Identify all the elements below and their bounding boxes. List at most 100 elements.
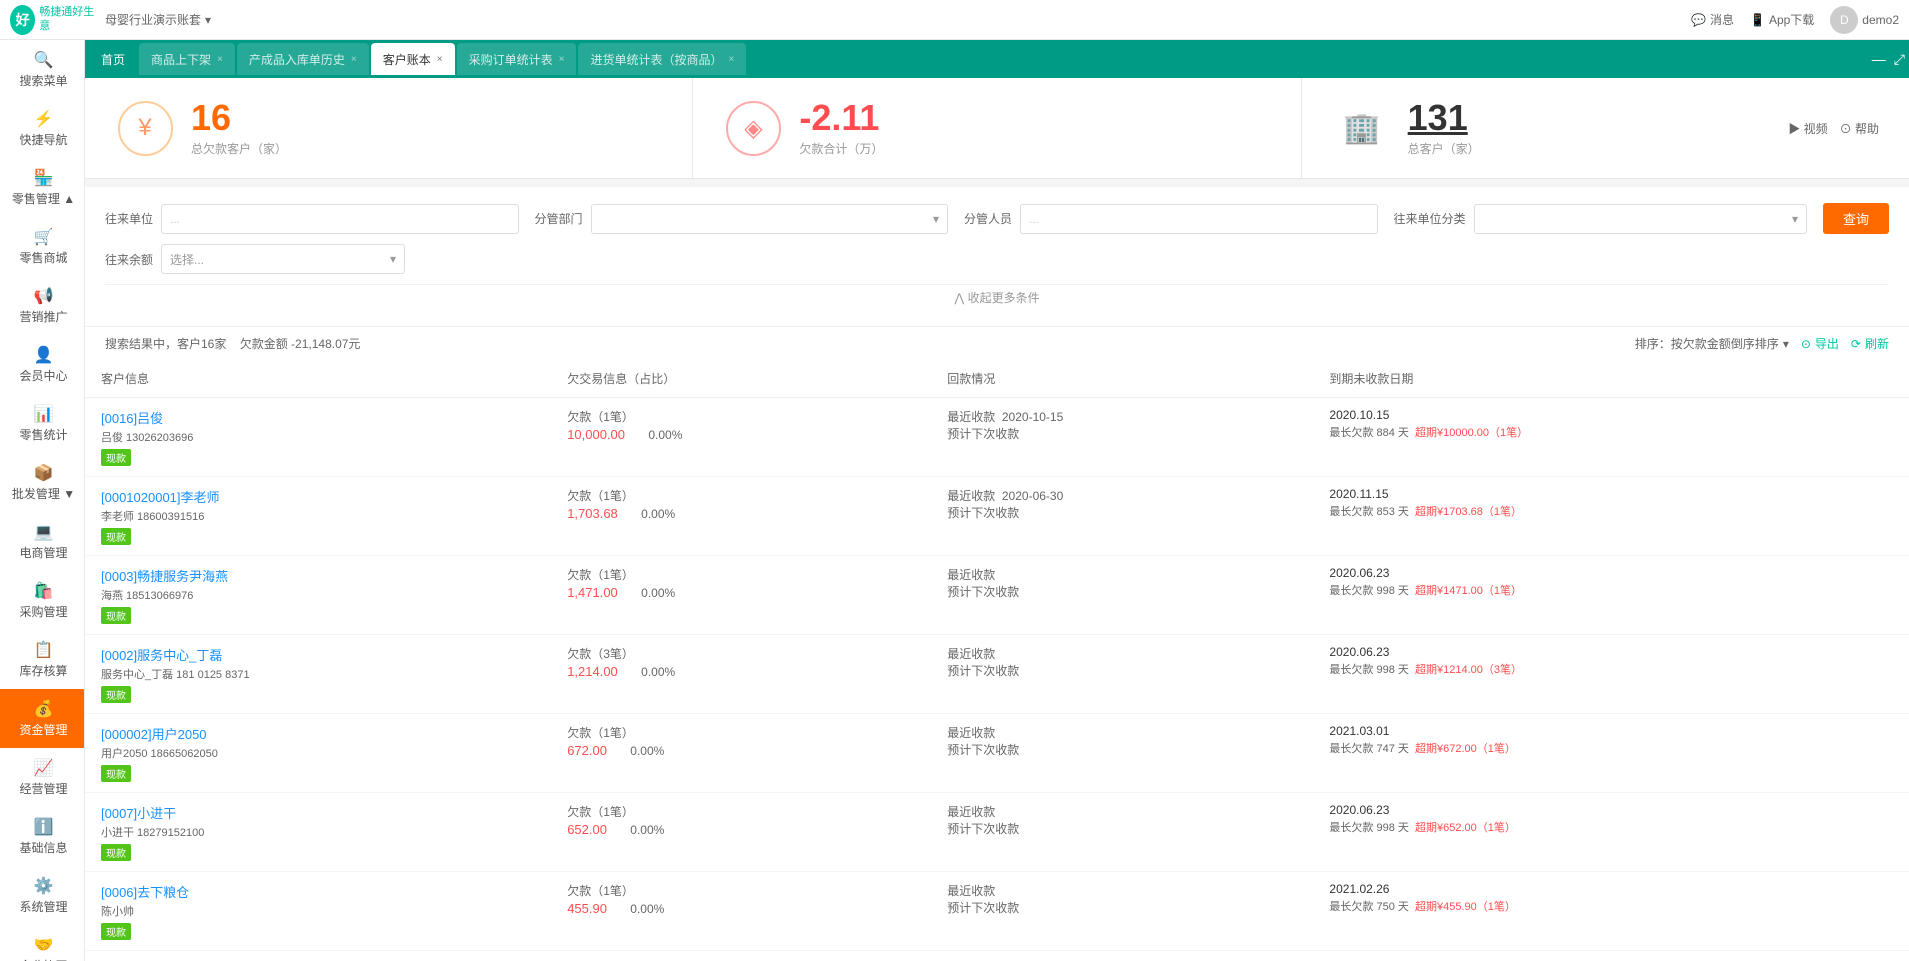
balance-label: 往来余额 [105,251,153,268]
maximize-icon[interactable]: ⤢ [1894,51,1905,68]
customer-name-link[interactable]: [000002]用户2050 [101,724,535,743]
customer-phone: 海燕 18513066976 [101,587,535,603]
system-icon: ⚙️ [3,876,84,896]
customer-info-cell: [000002]用户2050 用户2050 18665062050 现款 [85,714,551,793]
minimize-icon[interactable]: — [1872,51,1886,67]
customer-phone: 吕俊 13026203696 [101,429,535,445]
mall-icon: 🛒 [3,227,84,247]
table-row: [0003]畅捷服务尹海燕 海燕 18513066976 现款 欠款（1笔） 1… [85,556,1909,635]
debt-amount: 672.00 [567,743,607,758]
customer-name-link[interactable]: [0001020001]李老师 [101,487,535,506]
customer-name-link[interactable]: [0006]去下粮仓 [101,882,535,901]
customer-name-link[interactable]: [0002]服务中心_丁磊 [101,645,535,664]
sidebar-item-member[interactable]: 👤 会员中心 [0,335,84,394]
tab-home[interactable]: 首页 [89,43,137,75]
help-link[interactable]: ⊙ 帮助 [1840,120,1879,137]
table-row: [000001]黄思源 黄思源 13552700226 现款 欠款（1笔） 42… [85,951,1909,961]
overdue-link[interactable]: 超期¥1214.00（3笔） [1415,664,1522,676]
collection-cell: 最近收款 预计下次收款 [931,714,1313,793]
collapse-button[interactable]: ⋀ 收起更多条件 [105,284,1889,310]
sidebar-item-quick-nav[interactable]: ⚡ 快捷导航 [0,99,84,158]
tab-product-history[interactable]: 产成品入库单历史 × [237,43,369,75]
customer-name-link[interactable]: [0007]小进干 [101,803,535,822]
overdue-link[interactable]: 超期¥652.00（1笔） [1415,822,1516,834]
search-button[interactable]: 查询 [1823,203,1889,234]
debt-info-cell: 欠款（1笔） 652.00 0.00% [551,793,931,872]
collapse-icon: ⋀ [954,291,964,305]
export-button[interactable]: ⊙ 导出 [1801,335,1839,352]
payment-tag: 现款 [101,686,131,703]
stat-icon: 📊 [3,404,84,424]
col-header-debt: 欠交易信息（占比） [551,360,931,398]
tab-bar-actions: — ⤢ [1872,51,1905,68]
user-menu[interactable]: D demo2 [1830,6,1899,34]
sidebar-item-purchase[interactable]: 🛍️ 采购管理 [0,571,84,630]
sidebar-item-ecommerce[interactable]: 💻 电商管理 [0,512,84,571]
tab-label: 客户账本 [383,51,431,68]
result-bar-right: 排序：按欠款金额倒序排序 ▾ ⊙ 导出 ⟳ 刷新 [1635,335,1889,352]
logo-text: 畅捷通好生意 [39,6,95,32]
table-row: [0006]去下粮仓 陈小帅 现款 欠款（1笔） 455.90 0.00% 最近… [85,872,1909,951]
sidebar-item-finance[interactable]: 💰 资金管理 [0,689,84,748]
sidebar-item-retail-mgmt[interactable]: 🏪 零售管理 ▲ [0,158,84,217]
help-icon: ⊙ [1840,122,1852,136]
sidebar-item-label: 采购管理 [19,605,67,619]
customer-name-link[interactable]: [0016]吕俊 [101,408,535,427]
overdue-link[interactable]: 超期¥1703.68（1笔） [1415,506,1522,518]
stat-label-owed-amount: 欠款合计（万） [799,140,883,157]
sidebar-item-label: 资金管理 [19,723,67,737]
debt-ratio: 0.00% [630,902,664,916]
sidebar-item-base-info[interactable]: ℹ️ 基础信息 [0,807,84,866]
sidebar-item-operation[interactable]: 📈 经营管理 [0,748,84,807]
person-input[interactable]: ... [1020,204,1377,234]
stat-owed-amount: ◈ -2.11 欠款合计（万） [693,78,1301,178]
sidebar-item-system[interactable]: ⚙️ 系统管理 [0,866,84,925]
source-unit-placeholder: ... [170,212,509,226]
sidebar-item-search[interactable]: 🔍 搜索菜单 [0,40,84,99]
tab-customer-account[interactable]: 客户账本 × [371,43,455,75]
overdue-link[interactable]: 超期¥455.90（1笔） [1415,901,1516,913]
close-icon[interactable]: × [728,54,734,65]
dept-input[interactable]: ▾ [591,204,948,234]
filter-row-1: 往来单位 ... 分管部门 ▾ [105,203,1889,234]
overdue-link[interactable]: 超期¥672.00（1笔） [1415,743,1516,755]
stat-value-owed-amount: -2.11 [799,100,883,136]
tab-purchase-order[interactable]: 采购订单统计表 × [457,43,577,75]
app-download-button[interactable]: 📱 App下载 [1750,11,1814,28]
sidebar-item-marketing[interactable]: 📢 营销推广 [0,276,84,335]
source-unit-input[interactable]: ... [161,204,518,234]
sidebar-item-retail-mall[interactable]: 🛒 零售商城 [0,217,84,276]
close-icon[interactable]: × [351,54,357,65]
sort-selector[interactable]: 排序：按欠款金额倒序排序 ▾ [1635,335,1789,352]
sidebar-item-retail-stat[interactable]: 📊 零售统计 [0,394,84,453]
sidebar-item-label: 基础信息 [19,841,67,855]
main-layout: 🔍 搜索菜单 ⚡ 快捷导航 🏪 零售管理 ▲ 🛒 零售商城 📢 营销推广 👤 [0,40,1909,961]
sidebar-item-batch-mgmt[interactable]: 📦 批发管理 ▼ [0,453,84,512]
overdue-link[interactable]: 超期¥10000.00（1笔） [1415,427,1528,439]
sidebar-item-inventory[interactable]: 📋 库存核算 [0,630,84,689]
video-link[interactable]: ▶ 视频 [1788,120,1827,137]
close-icon[interactable]: × [437,54,443,65]
customer-name-link[interactable]: [0003]畅捷服务尹海燕 [101,566,535,585]
max-debt-days: 最长欠款 998 天 超期¥1214.00（3笔） [1329,661,1893,677]
unit-class-input[interactable]: ▾ [1474,204,1807,234]
message-button[interactable]: 💬 消息 [1691,11,1734,28]
debt-ratio: 0.00% [641,586,675,600]
sort-label: 排序：按欠款金额倒序排序 [1635,335,1779,352]
chevron-down-icon: ▾ [205,13,211,27]
sidebar-item-corp-collab[interactable]: 🤝 企业协同 [0,925,84,961]
close-icon[interactable]: × [559,54,565,65]
retail-icon: 🏪 [34,168,54,188]
sidebar-item-label: 零售统计 [19,428,67,442]
tab-product-off[interactable]: 商品上下架 × [139,43,235,75]
store-selector[interactable]: 母婴行业演示账套 ▾ [105,11,215,28]
max-debt-days: 最长欠款 747 天 超期¥672.00（1笔） [1329,740,1893,756]
refresh-button[interactable]: ⟳ 刷新 [1851,335,1889,352]
tab-home-label: 首页 [101,51,125,68]
balance-input[interactable]: 选择... ▾ [161,244,405,274]
overdue-link[interactable]: 超期¥1471.00（1笔） [1415,585,1522,597]
tab-purchase-stat[interactable]: 进货单统计表（按商品） × [578,43,746,75]
debt-count: 欠款（3笔） [567,645,915,662]
close-icon[interactable]: × [217,54,223,65]
table-row: [000002]用户2050 用户2050 18665062050 现款 欠款（… [85,714,1909,793]
